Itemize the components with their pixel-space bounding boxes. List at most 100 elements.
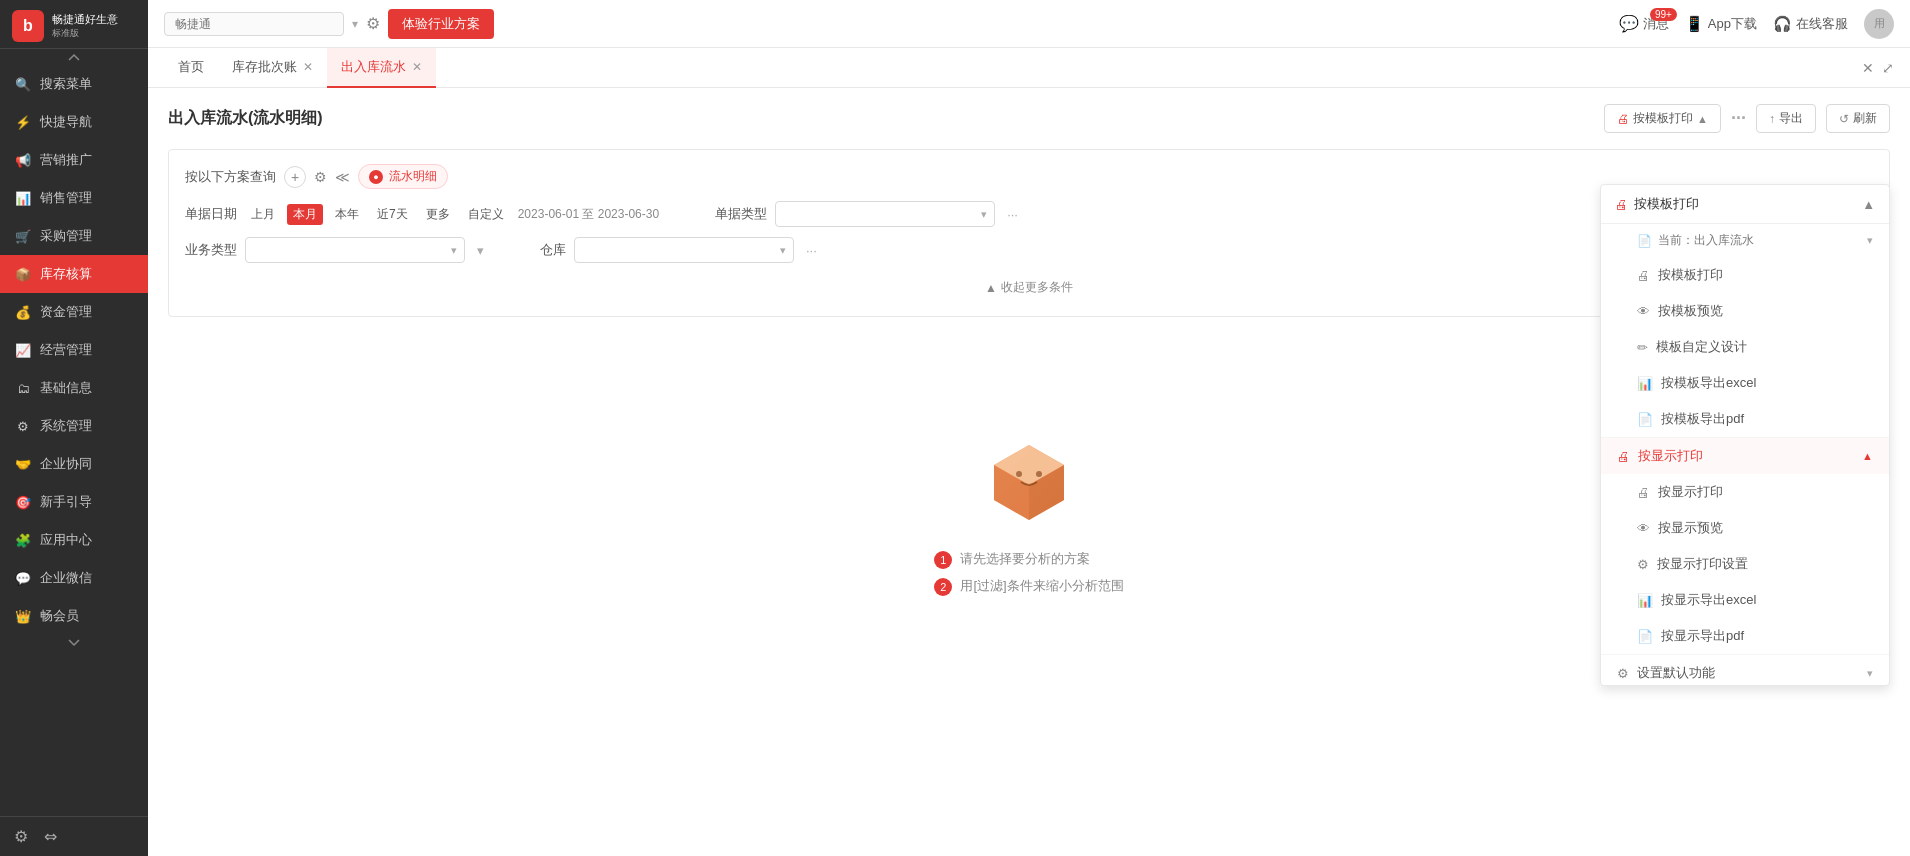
tab-close-in-out-flow[interactable]: ✕ [412,60,422,74]
set-default-chevron[interactable]: ▾ [1867,667,1873,680]
display-print-settings-item[interactable]: ⚙ 按显示打印设置 [1601,546,1889,582]
search-icon: 🔍 [14,75,32,93]
display-print-section-chevron[interactable]: ▲ [1862,450,1873,462]
tab-in-out-flow[interactable]: 出入库流水 ✕ [327,48,436,88]
sidebar-item-cooperation[interactable]: 🤝 企业协同 [0,445,148,483]
cooperation-icon: 🤝 [14,455,32,473]
close-window-icon[interactable]: ✕ [1862,60,1874,76]
warehouse-select[interactable] [574,237,794,263]
filter-collapse-icon[interactable]: ≪ [335,169,350,185]
template-print-item[interactable]: 🖨 按模板打印 [1601,257,1889,293]
user-avatar[interactable]: 用 [1864,9,1894,39]
messages-badge: 99+ [1650,8,1677,21]
actions-more-icon[interactable]: ··· [1731,108,1746,129]
sidebar-bottom: ⚙ ⇔ [0,816,148,856]
filter-add-btn[interactable]: + [284,166,306,188]
export-btn[interactable]: ↑ 导出 [1756,104,1816,133]
tab-inventory-batch[interactable]: 库存批次账 ✕ [218,48,327,88]
sidebar-scroll-up[interactable] [0,49,148,65]
header-gear-icon[interactable]: ⚙ [366,14,380,33]
sidebar-item-operations[interactable]: 📈 经营管理 [0,331,148,369]
date-options: 上月 本月 本年 近7天 更多 自定义 [245,204,510,225]
messages-action[interactable]: 💬 消息 99+ [1619,14,1669,33]
sidebar-item-wechat[interactable]: 💬 企业微信 [0,559,148,597]
date-opt-more[interactable]: 更多 [420,204,456,225]
sidebar-item-marketing[interactable]: 📢 营销推广 [0,141,148,179]
sidebar-item-basic[interactable]: 🗂 基础信息 [0,369,148,407]
trial-btn[interactable]: 体验行业方案 [388,9,494,39]
filter-tag-remove-icon[interactable]: ● [369,170,383,184]
doc-type-select[interactable] [775,201,995,227]
sidebar-item-member[interactable]: 👑 畅会员 [0,597,148,635]
current-template-chevron[interactable]: ▾ [1867,234,1873,247]
display-print-icon: 🖨 [1637,485,1650,500]
page-title-row: 出入库流水(流水明细) 🖨 按模板打印 ▲ ··· ↑ 导出 ↺ 刷新 [168,104,1890,133]
sidebar-item-system[interactable]: ⚙ 系统管理 [0,407,148,445]
biz-type-field: 业务类型 ▾ [185,237,484,263]
content-wrapper: 出入库流水(流水明细) 🖨 按模板打印 ▲ ··· ↑ 导出 ↺ 刷新 [148,88,1910,856]
sidebar-scroll-down[interactable] [0,635,148,651]
sidebar-item-search[interactable]: 🔍 搜索菜单 [0,65,148,103]
customer-service-action[interactable]: 🎧 在线客服 [1773,15,1848,33]
date-opt-this-month[interactable]: 本月 [287,204,323,225]
template-print-btn[interactable]: 🖨 按模板打印 ▲ [1604,104,1721,133]
set-default-item[interactable]: ⚙ 设置默认功能 ▾ [1601,655,1889,685]
basic-icon: 🗂 [14,379,32,397]
sidebar-logo: b 畅捷通好生意 标准版 [0,0,148,49]
display-export-pdf-item[interactable]: 📄 按显示导出pdf [1601,618,1889,654]
date-opt-custom[interactable]: 自定义 [462,204,510,225]
messages-icon: 💬 [1619,14,1639,33]
quick-nav-icon: ⚡ [14,113,32,131]
display-pdf-icon: 📄 [1637,629,1653,644]
filter-gear-icon[interactable]: ⚙ [314,169,327,185]
panel-collapse-icon[interactable]: ▲ [1862,197,1875,212]
expand-window-icon[interactable]: ⤢ [1882,60,1894,76]
doc-type-field: 单据类型 ··· [715,201,1018,227]
display-print-item[interactable]: 🖨 按显示打印 [1601,474,1889,510]
doc-type-more-icon[interactable]: ··· [1007,207,1018,222]
refresh-btn[interactable]: ↺ 刷新 [1826,104,1890,133]
tab-home[interactable]: 首页 [164,48,218,88]
sidebar-item-guide[interactable]: 🎯 新手引导 [0,483,148,521]
date-opt-last-month[interactable]: 上月 [245,204,281,225]
sidebar-item-finance[interactable]: 💰 资金管理 [0,293,148,331]
settings-icon[interactable]: ⚙ [14,827,28,846]
template-preview-item[interactable]: 👁 按模板预览 [1601,293,1889,329]
date-field-label: 单据日期 [185,205,237,223]
breadcrumb-dropdown-icon[interactable]: ▾ [352,17,358,31]
printer-panel-icon: 🖨 [1615,197,1628,212]
sidebar-item-sales[interactable]: 📊 销售管理 [0,179,148,217]
main-area: ▾ ⚙ 体验行业方案 💬 消息 99+ 📱 App下载 🎧 在线客服 用 首页 [148,0,1910,856]
breadcrumb-input[interactable] [164,12,344,36]
display-print-section-header[interactable]: 🖨 按显示打印 ▲ [1601,438,1889,474]
display-preview-item[interactable]: 👁 按显示预览 [1601,510,1889,546]
page-title: 出入库流水(流水明细) [168,108,323,129]
biz-type-select[interactable] [245,237,465,263]
empty-step-1: 1 请先选择要分析的方案 [934,550,1123,569]
app-logo-icon: b [12,10,44,42]
template-export-pdf-item[interactable]: 📄 按模板导出pdf [1601,401,1889,437]
template-custom-item[interactable]: ✏ 模板自定义设计 [1601,329,1889,365]
tabs-right-actions: ✕ ⤢ [1862,60,1894,76]
date-opt-this-year[interactable]: 本年 [329,204,365,225]
template-preview-icon: 👁 [1637,304,1650,319]
display-export-excel-item[interactable]: 📊 按显示导出excel [1601,582,1889,618]
app-download-icon: 📱 [1685,15,1704,33]
display-print-section: 🖨 按显示打印 👁 按显示预览 ⚙ 按显示打印设置 📊 按显示导出excel [1601,474,1889,655]
template-export-excel-item[interactable]: 📊 按模板导出excel [1601,365,1889,401]
sidebar-item-inventory[interactable]: 📦 库存核算 [0,255,148,293]
tab-close-inventory-batch[interactable]: ✕ [303,60,313,74]
tabs-bar: 首页 库存批次账 ✕ 出入库流水 ✕ ✕ ⤢ [148,48,1910,88]
excel-icon: 📊 [1637,376,1653,391]
date-range-display: 2023-06-01 至 2023-06-30 [518,206,659,223]
sidebar-item-purchase[interactable]: 🛒 采购管理 [0,217,148,255]
warehouse-more-icon[interactable]: ··· [806,243,817,258]
app-download-action[interactable]: 📱 App下载 [1685,15,1757,33]
biz-type-chevron-icon[interactable]: ▾ [477,243,484,258]
filter-tag-flow[interactable]: ● 流水明细 [358,164,448,189]
sidebar-item-apps[interactable]: 🧩 应用中心 [0,521,148,559]
date-opt-7days[interactable]: 近7天 [371,204,414,225]
display-excel-icon: 📊 [1637,593,1653,608]
sidebar-item-quick-nav[interactable]: ⚡ 快捷导航 [0,103,148,141]
collapse-sidebar-icon[interactable]: ⇔ [44,827,57,846]
